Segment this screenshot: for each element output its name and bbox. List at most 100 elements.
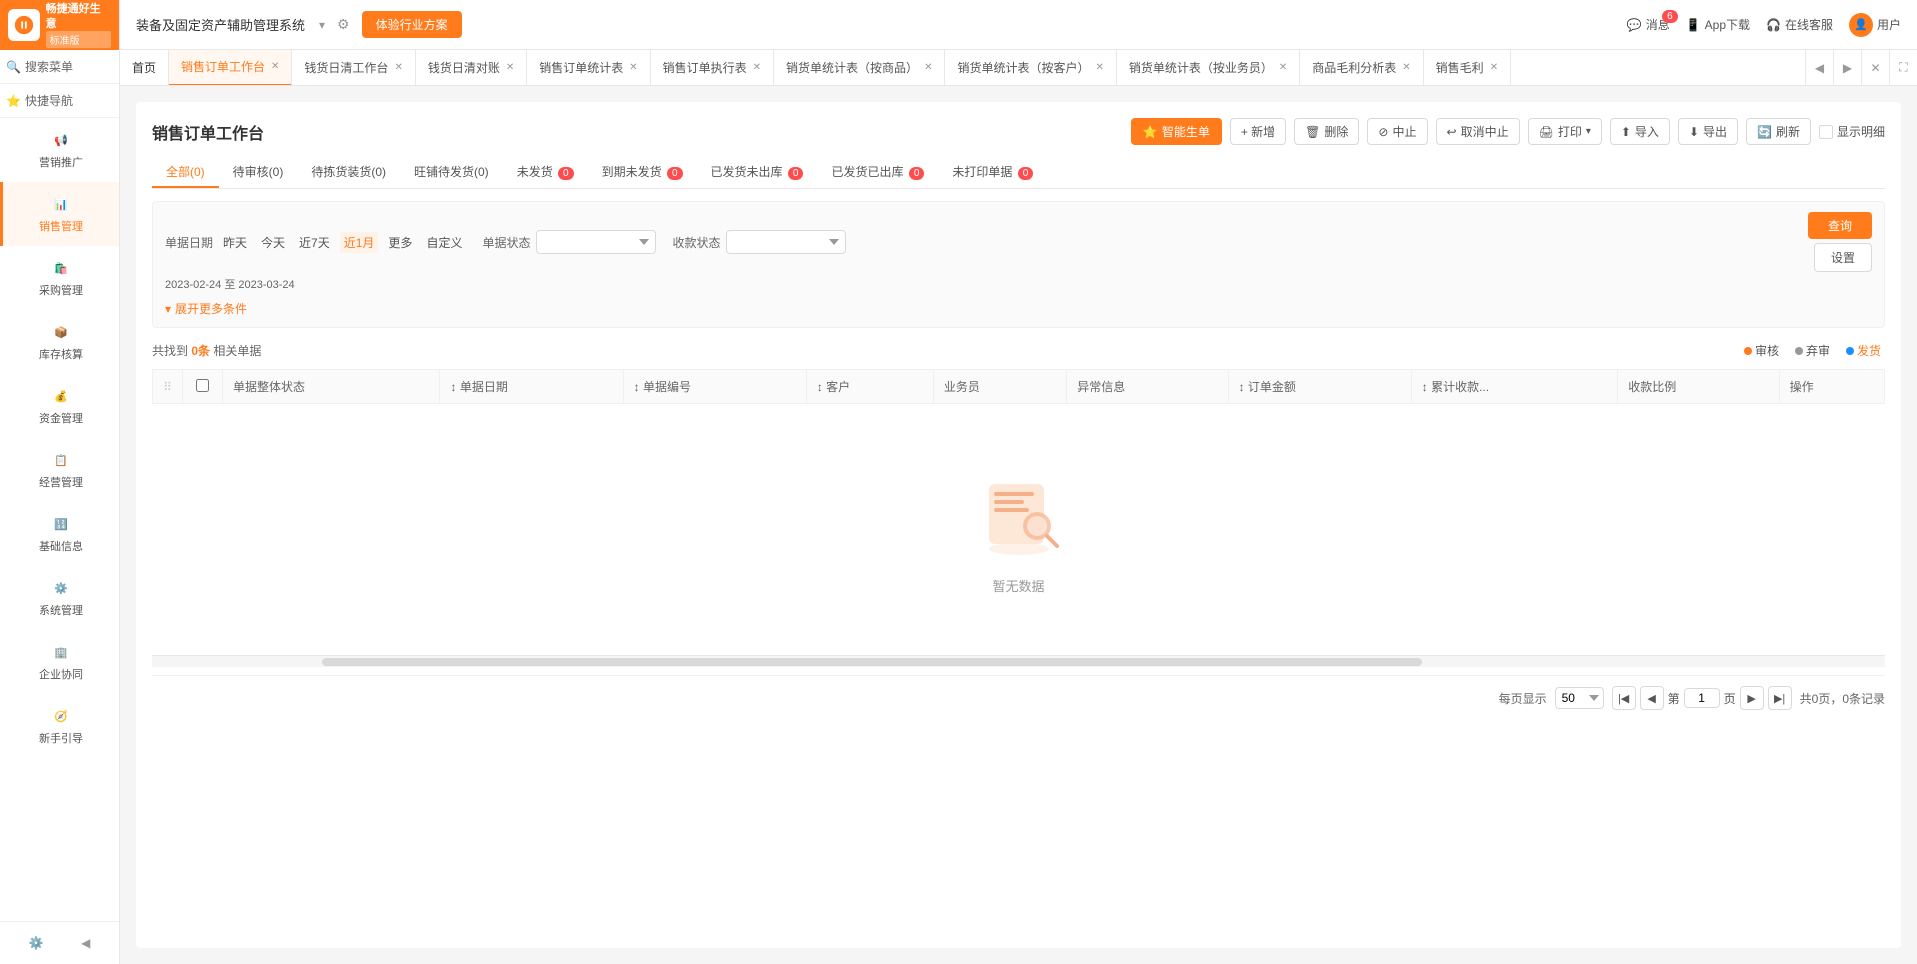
tab-close-icon[interactable]: ✕ — [1279, 62, 1287, 73]
settings-footer-btn[interactable]: ⚙️ — [25, 932, 48, 954]
sub-tab-all[interactable]: 全部(0) — [152, 157, 219, 188]
stop-btn[interactable]: ⊘ 中止 — [1367, 118, 1427, 145]
show-detail-checkbox[interactable] — [1819, 125, 1833, 139]
app-download-btn[interactable]: 📱 App下载 — [1686, 16, 1750, 33]
next-page-btn[interactable]: ▶ — [1740, 686, 1764, 710]
smart-create-btn[interactable]: ⭐ 智能生单 — [1131, 118, 1222, 145]
query-btn[interactable]: 查询 — [1808, 212, 1872, 239]
quick-nav[interactable]: ⭐ 快捷导航 — [0, 84, 119, 118]
system-dropdown-icon[interactable]: ▾ — [319, 18, 325, 32]
sub-tab-shipped-out[interactable]: 已发货已出库 0 — [817, 157, 938, 188]
tab-close-icon[interactable]: ✕ — [753, 62, 761, 73]
cancel-stop-btn[interactable]: ↩ 取消中止 — [1436, 118, 1520, 145]
app-download-label: App下载 — [1705, 16, 1750, 33]
collapse-footer-btn[interactable]: ◀ — [77, 932, 94, 954]
sub-tab-wangpu[interactable]: 旺铺待发货(0) — [400, 157, 503, 188]
date-opt-last7[interactable]: 近7天 — [295, 232, 334, 253]
date-opt-custom[interactable]: 自定义 — [422, 232, 466, 253]
th-number: ↕ 单据编号 — [623, 370, 806, 404]
sub-tab-pending-inspect[interactable]: 待拣货装货(0) — [297, 157, 400, 188]
tab-scroll-left-btn[interactable]: ◀ — [1805, 50, 1833, 86]
tab-sales-gross[interactable]: 销售毛利 ✕ — [1424, 50, 1511, 86]
sub-tab-not-shipped[interactable]: 未发货 0 — [503, 157, 588, 188]
sidebar-item-enterprise[interactable]: 🏢 企业协同 — [0, 630, 119, 694]
date-opt-yesterday[interactable]: 昨天 — [219, 232, 251, 253]
import-btn[interactable]: ⬆ 导入 — [1610, 118, 1670, 145]
date-opt-more[interactable]: 更多 — [384, 232, 416, 253]
tab-order-stats[interactable]: 销售订单统计表 ✕ — [527, 50, 650, 86]
add-label: + 新增 — [1241, 123, 1275, 140]
sidebar-item-sales[interactable]: 📊 销售管理 — [0, 182, 119, 246]
tab-sales-staff[interactable]: 销货单统计表（按业务员） ✕ — [1117, 50, 1300, 86]
page-input[interactable] — [1684, 688, 1720, 708]
sidebar-item-finance[interactable]: 💰 资金管理 — [0, 374, 119, 438]
sub-tab-overdue[interactable]: 到期未发货 0 — [588, 157, 697, 188]
export-btn[interactable]: ⬇ 导出 — [1678, 118, 1738, 145]
tab-close-icon[interactable]: ✕ — [394, 62, 402, 73]
sidebar-item-business[interactable]: 📋 经营管理 — [0, 438, 119, 502]
scroll-thumb[interactable] — [322, 658, 1422, 666]
tab-home[interactable]: 首页 — [120, 50, 169, 86]
page-size-select[interactable]: 50 20 100 — [1555, 687, 1604, 709]
date-opt-today[interactable]: 今天 — [257, 232, 289, 253]
empty-icon — [969, 464, 1069, 564]
tab-close-icon[interactable]: ✕ — [1490, 62, 1498, 73]
sub-tab-pending-audit[interactable]: 待审核(0) — [219, 157, 298, 188]
user-name: 用户 — [1877, 16, 1901, 33]
sidebar-label: 经营管理 — [39, 474, 83, 490]
ship-btn[interactable]: 发货 — [1842, 340, 1885, 361]
prev-page-btn[interactable]: ◀ — [1640, 686, 1664, 710]
status-select[interactable] — [536, 230, 656, 254]
sidebar-item-system[interactable]: ⚙️ 系统管理 — [0, 566, 119, 630]
record-suffix: 相关单据 — [213, 344, 261, 358]
message-btn[interactable]: 💬 消息 6 — [1627, 16, 1670, 33]
sub-tab-not-printed[interactable]: 未打印单据 0 — [938, 157, 1047, 188]
tab-close-icon[interactable]: ✕ — [1095, 62, 1103, 73]
delete-btn[interactable]: 🗑 删除 — [1294, 118, 1359, 145]
setting-btn[interactable]: 设置 — [1814, 243, 1872, 272]
table-batch-actions: 审核 弃审 发货 — [1740, 340, 1885, 361]
payment-select[interactable] — [726, 230, 846, 254]
tab-close-icon[interactable]: ✕ — [924, 62, 932, 73]
last-page-btn[interactable]: ▶| — [1768, 686, 1792, 710]
search-menu[interactable]: 🔍 搜索菜单 — [0, 50, 119, 84]
page-content: 销售订单工作台 ⭐ 智能生单 + 新增 🗑 删除 — [120, 86, 1917, 964]
sidebar-item-basic[interactable]: 🔢 基础信息 — [0, 502, 119, 566]
sidebar: 畅捷通好生意 标准版 🔍 搜索菜单 ⭐ 快捷导航 📢 营销推广 📊 销售管理 🛍… — [0, 0, 120, 964]
tab-sales-product[interactable]: 销货单统计表（按商品） ✕ — [774, 50, 945, 86]
revoke-btn[interactable]: 弃审 — [1791, 340, 1834, 361]
th-drag: ⠿ — [153, 370, 183, 404]
sub-tab-shipped-not-out[interactable]: 已发货未出库 0 — [697, 157, 818, 188]
tab-order-exec[interactable]: 销售订单执行表 ✕ — [651, 50, 774, 86]
tab-sales-customer[interactable]: 销货单统计表（按客户） ✕ — [945, 50, 1116, 86]
audit-btn[interactable]: 审核 — [1740, 340, 1783, 361]
print-btn[interactable]: 🖨 打印 ▾ — [1528, 118, 1602, 145]
user-area[interactable]: 👤 用户 — [1849, 13, 1901, 37]
industry-btn[interactable]: 体验行业方案 — [362, 11, 462, 38]
expand-more-btn[interactable]: ▾ 展开更多条件 — [165, 300, 1872, 317]
date-opt-last1month[interactable]: 近1月 — [340, 232, 379, 253]
tab-cash-daily[interactable]: 钱货日清工作台 ✕ — [292, 50, 415, 86]
online-service-btn[interactable]: 🎧 在线客服 — [1766, 16, 1833, 33]
sidebar-item-inventory[interactable]: 📦 库存核算 — [0, 310, 119, 374]
first-page-btn[interactable]: |◀ — [1612, 686, 1636, 710]
tab-sales-order-workspace[interactable]: 销售订单工作台 ✕ — [169, 50, 292, 86]
sidebar-item-purchase[interactable]: 🛍️ 采购管理 — [0, 246, 119, 310]
refresh-btn[interactable]: 🔄 刷新 — [1746, 118, 1811, 145]
tab-gross-margin[interactable]: 商品毛利分析表 ✕ — [1300, 50, 1423, 86]
sidebar-item-guide[interactable]: 🧭 新手引导 — [0, 694, 119, 758]
show-detail-check[interactable]: 显示明细 — [1819, 123, 1885, 140]
sidebar-item-marketing[interactable]: 📢 营销推广 — [0, 118, 119, 182]
add-btn[interactable]: + 新增 — [1230, 118, 1286, 145]
tab-scroll-right-btn[interactable]: ▶ — [1833, 50, 1861, 86]
horizontal-scrollbar[interactable] — [152, 655, 1885, 667]
tab-close-icon[interactable]: ✕ — [1402, 62, 1410, 73]
tab-close-all-btn[interactable]: ✕ — [1861, 50, 1889, 86]
topbar-gear-icon[interactable]: ⚙ — [337, 16, 350, 33]
select-all-checkbox[interactable] — [196, 379, 209, 392]
tab-close-icon[interactable]: ✕ — [271, 61, 279, 72]
tab-close-icon[interactable]: ✕ — [506, 62, 514, 73]
tab-close-icon[interactable]: ✕ — [629, 62, 637, 73]
tab-fullscreen-btn[interactable]: ⛶ — [1889, 50, 1917, 86]
tab-cash-reconcile[interactable]: 钱货日清对账 ✕ — [416, 50, 527, 86]
